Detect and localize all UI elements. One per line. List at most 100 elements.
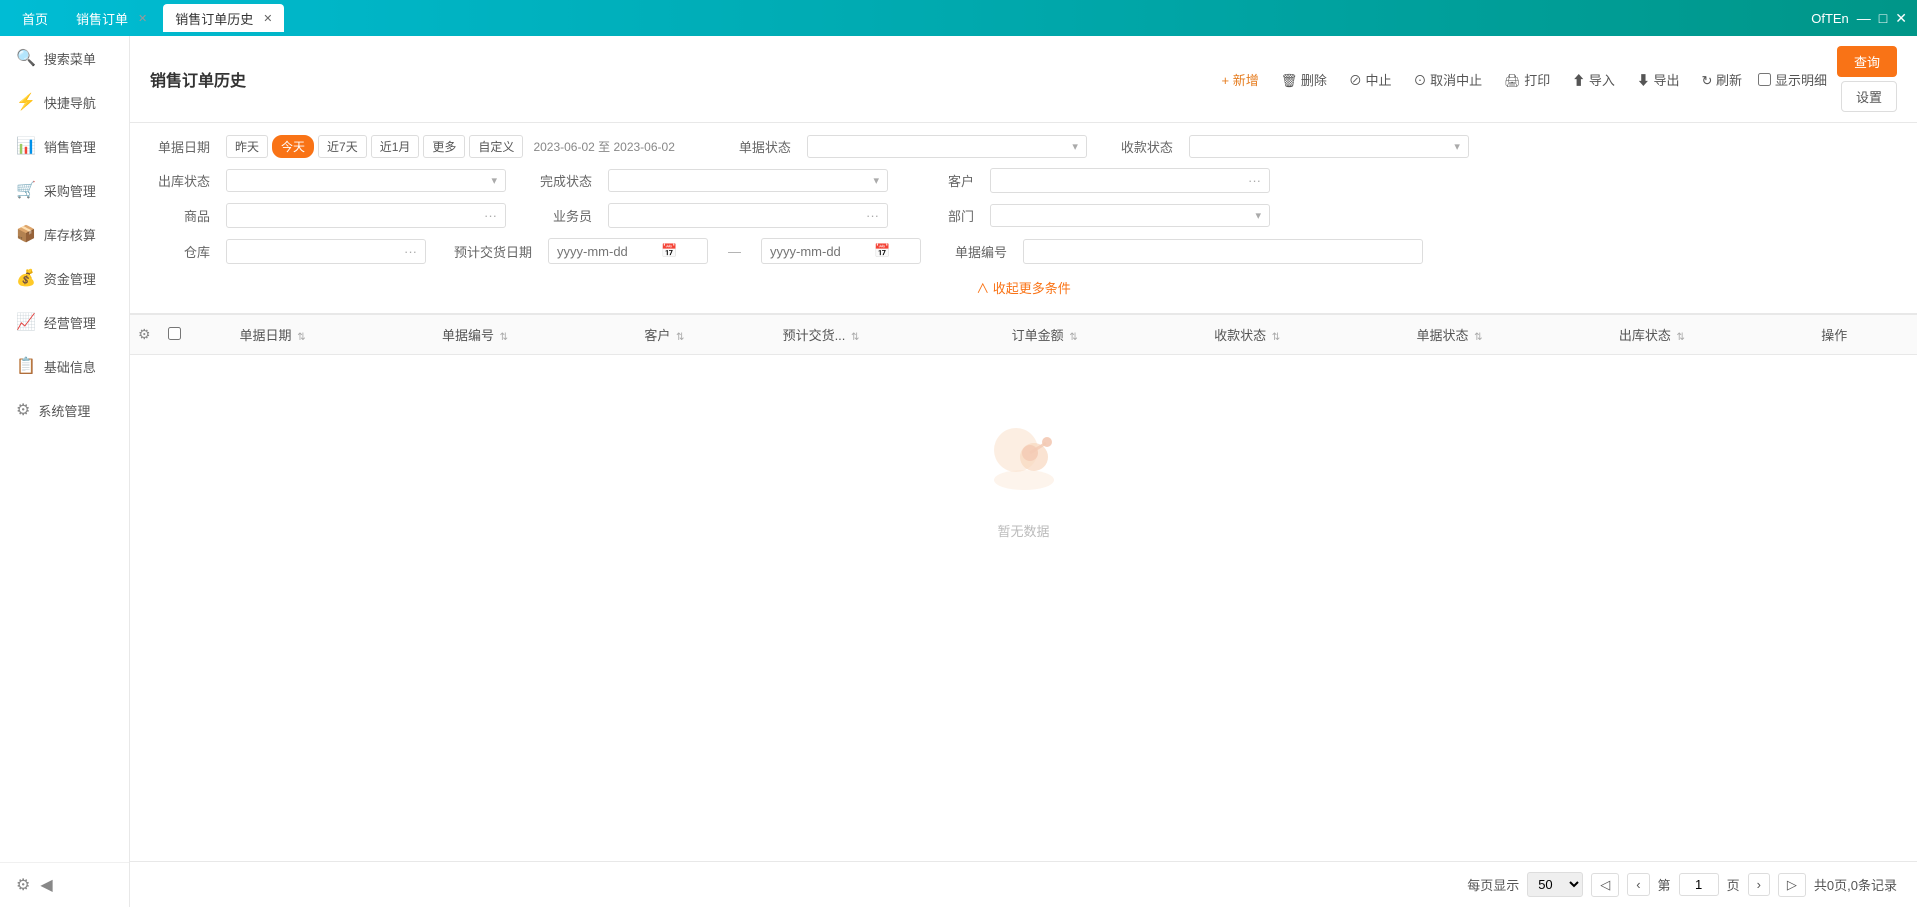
sort-delivery-status-icon[interactable]: ⇅ [1676,332,1684,343]
sidebar-bottom: ⚙ ◀ [0,862,129,907]
delivery-date-from-input[interactable] [557,244,657,259]
sidebar-item-search-menu[interactable]: 🔍 搜索菜单 [0,36,129,80]
stop-button[interactable]: ⊘ 中止 [1343,66,1398,93]
date-btn-today[interactable]: 今天 [272,135,314,158]
sort-receipt-status-icon[interactable]: ⇅ [1272,332,1280,343]
minimize-icon[interactable]: — [1857,10,1871,26]
page-header: 销售订单历史 + 新增 🗑 删除 ⊘ 中止 ⊙ 取消中止 🖨 打印 ⬆ 导入 ⬇… [130,36,1917,123]
tab-sales-order-history-close[interactable]: ✕ [263,12,272,25]
new-button[interactable]: + 新增 [1215,66,1264,93]
display-detail-label: 显示明细 [1775,70,1827,89]
export-button[interactable]: ⬇ 导出 [1631,66,1686,93]
th-order-no: 单据编号 ⇅ [434,315,636,355]
sidebar-item-sales-mgmt[interactable]: 📊 销售管理 [0,124,129,168]
last-page-button[interactable]: ▷ [1778,873,1806,897]
top-right-controls: OfTEn — □ ✕ [1811,10,1907,27]
sidebar-item-capital-mgmt[interactable]: 💰 资金管理 [0,256,129,300]
page-size-select[interactable]: 50 10 20 100 [1527,872,1583,897]
th-amount: 订单金额 ⇅ [1004,315,1206,355]
tab-sales-order-close[interactable]: ✕ [138,12,147,25]
receipt-status-arrow: ▾ [1454,140,1460,153]
sidebar-collapse-icon[interactable]: ◀ [40,875,52,895]
page-go-label: 第 [1658,875,1671,894]
capital-mgmt-icon: 💰 [16,268,36,288]
delivery-date-to-input[interactable] [770,244,870,259]
sidebar-item-sys-mgmt[interactable]: ⚙ 系统管理 [0,388,129,432]
order-status-select[interactable]: ▾ [807,135,1087,158]
calendar-to-icon: 📅 [874,243,890,259]
collapse-row[interactable]: ∧ 收起更多条件 [150,274,1897,301]
sidebar-settings-icon[interactable]: ⚙ [16,875,30,895]
query-button[interactable]: 查询 [1837,46,1897,77]
warehouse-input[interactable]: ··· [226,239,426,264]
display-detail-input[interactable] [1758,73,1771,86]
import-button[interactable]: ⬆ 导入 [1566,66,1621,93]
select-all-checkbox[interactable] [168,327,181,340]
purchase-mgmt-icon: 🛒 [16,180,36,200]
table-settings-icon[interactable]: ⚙ [138,326,151,342]
page-number-input[interactable] [1679,873,1719,896]
date-btn-custom[interactable]: 自定义 [469,135,523,158]
set-button[interactable]: 设置 [1841,81,1897,112]
sort-order-no-icon[interactable]: ⇅ [500,332,508,343]
sort-customer-icon[interactable]: ⇅ [676,332,684,343]
th-settings: ⚙ [130,315,160,355]
salesman-input[interactable]: ··· [608,203,888,228]
tab-sales-order-history[interactable]: 销售订单历史 ✕ [163,4,284,32]
refresh-button[interactable]: ↻ 刷新 [1695,66,1748,93]
sort-amount-icon[interactable]: ⇅ [1069,332,1077,343]
date-btn-yesterday[interactable]: 昨天 [226,135,268,158]
total-records: 共0页,0条记录 [1814,875,1897,894]
date-btn-more[interactable]: 更多 [423,135,465,158]
th-customer-label: 客户 [644,328,670,343]
receipt-status-select[interactable]: ▾ [1189,135,1469,158]
sidebar-item-basic-info[interactable]: 📋 基础信息 [0,344,129,388]
often-label: OfTEn [1811,11,1849,26]
date-btn-1month[interactable]: 近1月 [371,135,420,158]
sidebar-item-ops-mgmt[interactable]: 📈 经营管理 [0,300,129,344]
th-delivery-date: 预计交货... ⇅ [775,315,1004,355]
page-size-label: 每页显示 [1467,875,1519,894]
order-no-input[interactable] [1023,239,1423,264]
goods-input[interactable]: ··· [226,203,506,228]
prev-page-button[interactable]: ‹ [1627,873,1649,896]
sort-date-icon[interactable]: ⇅ [297,332,305,343]
sort-order-status-icon[interactable]: ⇅ [1474,332,1482,343]
display-detail-checkbox[interactable]: 显示明细 [1758,70,1827,89]
tab-home[interactable]: 首页 [10,9,60,28]
window-close-icon[interactable]: ✕ [1895,10,1907,27]
sidebar-item-inventory[interactable]: 📦 库存核算 [0,212,129,256]
delivery-date-from[interactable]: 📅 [548,238,708,264]
sidebar-item-purchase-mgmt[interactable]: 🛒 采购管理 [0,168,129,212]
print-button[interactable]: 🖨 打印 [1498,66,1556,93]
order-status-arrow: ▾ [1072,140,1078,153]
sort-delivery-date-icon[interactable]: ⇅ [851,332,859,343]
sidebar-item-sys-mgmt-label: 系统管理 [38,401,90,420]
maximize-icon[interactable]: □ [1879,10,1887,26]
tab-sales-order-history-label: 销售订单历史 [175,9,253,28]
receipt-label: 收款状态 [1113,137,1173,156]
top-bar: 首页 销售订单 ✕ 销售订单历史 ✕ OfTEn — □ ✕ [0,0,1917,36]
sys-mgmt-icon: ⚙ [16,400,30,420]
th-order-no-label: 单据编号 [442,328,494,343]
tab-sales-order-label: 销售订单 [76,9,128,28]
next-page-button[interactable]: › [1748,873,1770,896]
delivery-date-to[interactable]: 📅 [761,238,921,264]
cancel-stop-button[interactable]: ⊙ 取消中止 [1407,66,1488,93]
complete-status-select[interactable]: ▾ [608,169,888,192]
tab-sales-order[interactable]: 销售订单 ✕ [64,4,159,32]
sidebar-item-capital-mgmt-label: 资金管理 [44,269,96,288]
status-label: 单据状态 [731,137,791,156]
first-page-button[interactable]: ◁ [1591,873,1619,897]
sidebar-item-quick-nav[interactable]: ⚡ 快捷导航 [0,80,129,124]
dept-select[interactable]: ▾ [990,204,1270,227]
date-btn-7days[interactable]: 近7天 [318,135,367,158]
goods-label: 商品 [150,206,210,225]
delivery-status-select[interactable]: ▾ [226,169,506,192]
delete-button[interactable]: 🗑 删除 [1275,66,1333,93]
th-amount-label: 订单金额 [1012,328,1064,343]
customer-input[interactable]: ··· [990,168,1270,193]
ops-mgmt-icon: 📈 [16,312,36,332]
page-unit-label: 页 [1727,875,1740,894]
warehouse-dots: ··· [404,244,417,259]
